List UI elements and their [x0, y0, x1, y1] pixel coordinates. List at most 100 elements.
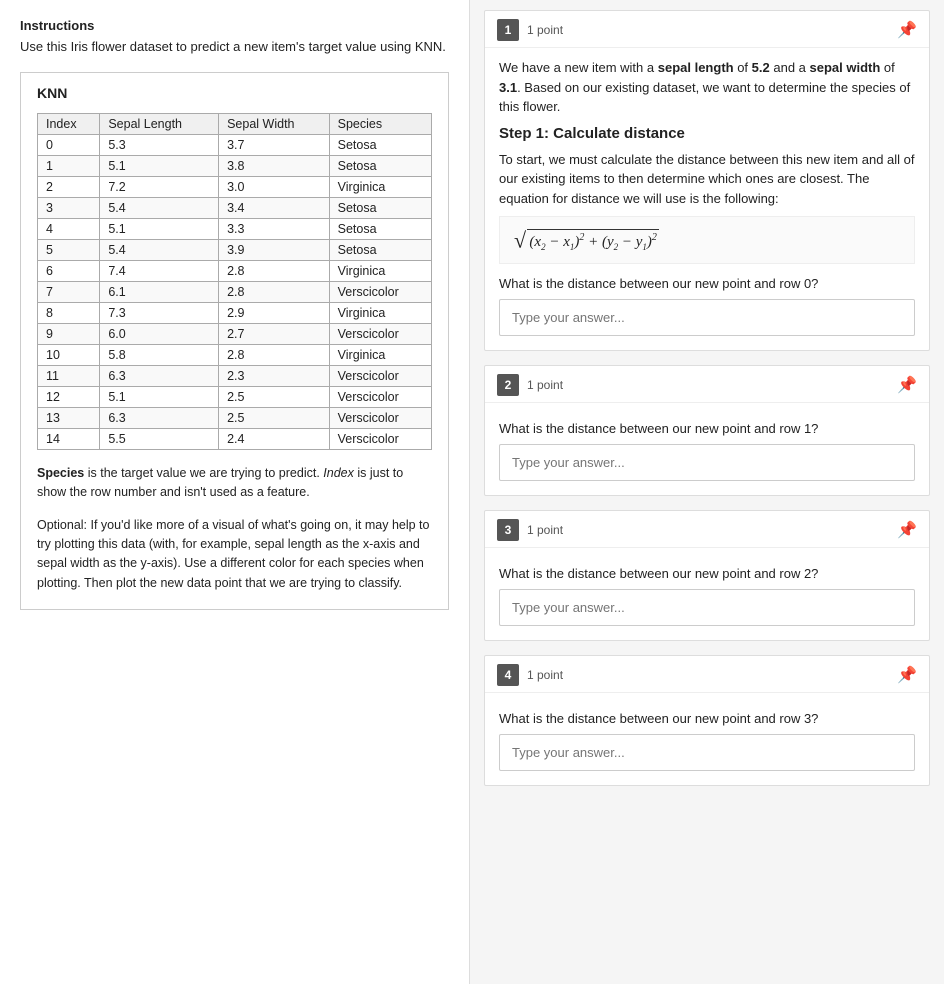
answer-input-3[interactable]	[499, 589, 915, 626]
answer-input-4[interactable]	[499, 734, 915, 771]
table-cell: 2.5	[219, 408, 330, 429]
question-points-1: 1 point	[527, 23, 563, 37]
left-panel: Instructions Use this Iris flower datase…	[0, 0, 470, 984]
table-row: 136.32.5Verscicolor	[38, 408, 432, 429]
question-label-2: What is the distance between our new poi…	[499, 421, 915, 436]
table-row: 87.32.9Virginica	[38, 303, 432, 324]
table-cell: 2	[38, 177, 100, 198]
instructions-title: Instructions	[20, 18, 449, 33]
table-cell: 3.0	[219, 177, 330, 198]
question-points-4: 1 point	[527, 668, 563, 682]
table-row: 96.02.7Verscicolor	[38, 324, 432, 345]
table-cell: Verscicolor	[329, 429, 431, 450]
distance-formula: √ (x2 − x1)2 + (y2 − y1)2	[514, 231, 659, 248]
table-cell: 2.5	[219, 387, 330, 408]
formula-container: √ (x2 − x1)2 + (y2 − y1)2	[499, 216, 915, 264]
table-cell: Virginica	[329, 261, 431, 282]
table-cell: 14	[38, 429, 100, 450]
question-block-1: 1 1 point 📌 We have a new item with a se…	[484, 10, 930, 351]
question-label-3: What is the distance between our new poi…	[499, 566, 915, 581]
header-left-4: 4 1 point	[497, 664, 563, 686]
step-heading-1: Step 1: Calculate distance	[499, 125, 915, 142]
question-body-4: What is the distance between our new poi…	[485, 693, 929, 785]
table-cell: 3.8	[219, 156, 330, 177]
table-cell: 2.7	[219, 324, 330, 345]
table-cell: 2.8	[219, 261, 330, 282]
table-cell: 7	[38, 282, 100, 303]
table-cell: 3.9	[219, 240, 330, 261]
col-header-sepal-length: Sepal Length	[100, 114, 219, 135]
table-cell: 10	[38, 345, 100, 366]
optional-note: Optional: If you'd like more of a visual…	[37, 516, 432, 594]
table-row: 76.12.8Verscicolor	[38, 282, 432, 303]
table-cell: 3.4	[219, 198, 330, 219]
header-left-1: 1 1 point	[497, 19, 563, 41]
table-row: 27.23.0Virginica	[38, 177, 432, 198]
question-body-3: What is the distance between our new poi…	[485, 548, 929, 640]
table-cell: Verscicolor	[329, 408, 431, 429]
table-cell: Verscicolor	[329, 282, 431, 303]
question-header-2: 2 1 point 📌	[485, 366, 929, 403]
table-cell: 5.4	[100, 240, 219, 261]
table-cell: 2.3	[219, 366, 330, 387]
table-row: 125.12.5Verscicolor	[38, 387, 432, 408]
table-cell: 0	[38, 135, 100, 156]
answer-input-2[interactable]	[499, 444, 915, 481]
table-cell: 6.3	[100, 366, 219, 387]
question-header-3: 3 1 point 📌	[485, 511, 929, 548]
table-row: 05.33.7Setosa	[38, 135, 432, 156]
table-cell: 3.3	[219, 219, 330, 240]
table-cell: 3.7	[219, 135, 330, 156]
table-cell: 11	[38, 366, 100, 387]
table-cell: Virginica	[329, 345, 431, 366]
question-header-1: 1 1 point 📌	[485, 11, 929, 48]
table-cell: 5.1	[100, 219, 219, 240]
table-cell: 5.8	[100, 345, 219, 366]
table-cell: Verscicolor	[329, 324, 431, 345]
question-body-2: What is the distance between our new poi…	[485, 403, 929, 495]
question-points-2: 1 point	[527, 378, 563, 392]
table-row: 45.13.3Setosa	[38, 219, 432, 240]
question-points-3: 1 point	[527, 523, 563, 537]
question-number-3: 3	[497, 519, 519, 541]
table-cell: Setosa	[329, 135, 431, 156]
knn-title: KNN	[37, 85, 432, 101]
table-cell: 5.1	[100, 387, 219, 408]
question-number-4: 4	[497, 664, 519, 686]
table-row: 35.43.4Setosa	[38, 198, 432, 219]
col-header-sepal-width: Sepal Width	[219, 114, 330, 135]
table-cell: 2.8	[219, 282, 330, 303]
table-cell: Virginica	[329, 303, 431, 324]
table-cell: 3	[38, 198, 100, 219]
question-label-1: What is the distance between our new poi…	[499, 276, 915, 291]
question-label-4: What is the distance between our new poi…	[499, 711, 915, 726]
table-cell: 6.3	[100, 408, 219, 429]
table-cell: Setosa	[329, 219, 431, 240]
pin-icon-1[interactable]: 📌	[897, 20, 917, 40]
table-cell: 5.3	[100, 135, 219, 156]
table-row: 67.42.8Virginica	[38, 261, 432, 282]
table-cell: 2.9	[219, 303, 330, 324]
pin-icon-4[interactable]: 📌	[897, 665, 917, 685]
table-cell: 5.4	[100, 198, 219, 219]
table-cell: 6.0	[100, 324, 219, 345]
pin-icon-2[interactable]: 📌	[897, 375, 917, 395]
table-row: 145.52.4Verscicolor	[38, 429, 432, 450]
table-cell: 2.4	[219, 429, 330, 450]
question-intro-1: We have a new item with a sepal length o…	[499, 58, 915, 117]
table-cell: 7.2	[100, 177, 219, 198]
question-number-1: 1	[497, 19, 519, 41]
table-cell: Setosa	[329, 240, 431, 261]
table-row: 55.43.9Setosa	[38, 240, 432, 261]
table-cell: Virginica	[329, 177, 431, 198]
answer-input-1[interactable]	[499, 299, 915, 336]
table-row: 15.13.8Setosa	[38, 156, 432, 177]
table-row: 116.32.3Verscicolor	[38, 366, 432, 387]
step-text-1: To start, we must calculate the distance…	[499, 150, 915, 209]
col-header-index: Index	[38, 114, 100, 135]
question-block-2: 2 1 point 📌 What is the distance between…	[484, 365, 930, 496]
pin-icon-3[interactable]: 📌	[897, 520, 917, 540]
table-cell: 9	[38, 324, 100, 345]
col-header-species: Species	[329, 114, 431, 135]
table-cell: Verscicolor	[329, 387, 431, 408]
